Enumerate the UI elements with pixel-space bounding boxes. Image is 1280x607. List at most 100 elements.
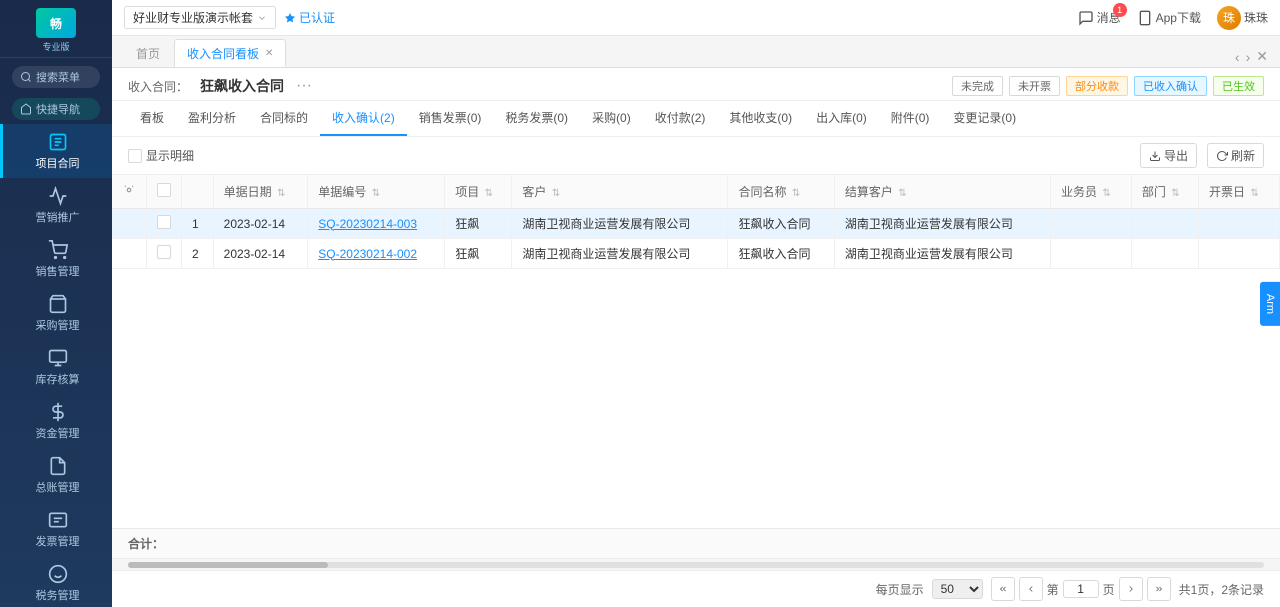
- doc-number-link[interactable]: SQ-20230214-003: [318, 217, 417, 231]
- subtab-revenue-confirm[interactable]: 收入确认(2): [320, 101, 407, 136]
- next-page-icon: [1126, 584, 1136, 594]
- export-btn[interactable]: 导出: [1140, 143, 1197, 168]
- page-prev-btn[interactable]: [1019, 577, 1043, 601]
- sidebar-item-inventory[interactable]: 库存核算: [0, 340, 112, 394]
- row-check[interactable]: [147, 209, 182, 239]
- tab-next-btn[interactable]: ›: [1246, 49, 1251, 65]
- tab-contract-board[interactable]: 收入合同看板 ✕: [174, 39, 286, 67]
- sidebar-item-quicknav[interactable]: 快捷导航: [12, 98, 100, 120]
- col-check-header[interactable]: [147, 175, 182, 209]
- row-number[interactable]: SQ-20230214-003: [308, 209, 445, 239]
- col-date-header[interactable]: 单据日期 ⇅: [213, 175, 308, 209]
- status-revenue-confirmed[interactable]: 已收入确认: [1134, 76, 1207, 96]
- show-detail-checkbox[interactable]: 显示明细: [128, 147, 194, 164]
- row-index: 2: [182, 239, 214, 269]
- col-dept-header[interactable]: 部门 ⇅: [1131, 175, 1198, 209]
- sort-icon-opendate: ⇅: [1250, 188, 1258, 199]
- purchase-icon: [47, 293, 69, 315]
- company-selector[interactable]: 好业财专业版演示帐套: [124, 6, 276, 29]
- sidebar-item-sales[interactable]: 销售管理: [0, 232, 112, 286]
- contract-breadcrumb: 收入合同：: [128, 78, 188, 95]
- download-icon: [1137, 10, 1153, 26]
- page-navigation: 第 页: [991, 577, 1171, 601]
- detail-checkbox[interactable]: [128, 149, 142, 163]
- subtab-storage[interactable]: 出入库(0): [804, 101, 879, 136]
- right-float-btn[interactable]: Arm: [1260, 281, 1280, 325]
- more-options-btn[interactable]: ···: [296, 77, 312, 95]
- status-not-complete[interactable]: 未完成: [952, 76, 1003, 96]
- row-checkbox[interactable]: [157, 215, 171, 229]
- status-partial-receipt[interactable]: 部分收款: [1066, 76, 1128, 96]
- doc-number-link[interactable]: SQ-20230214-002: [318, 247, 417, 261]
- refresh-label: 刷新: [1231, 147, 1255, 164]
- status-not-invoiced[interactable]: 未开票: [1009, 76, 1060, 96]
- row-checkbox[interactable]: [157, 245, 171, 259]
- row-date: 2023-02-14: [213, 209, 308, 239]
- row-settle-customer: 湖南卫视商业运营发展有限公司: [834, 209, 1050, 239]
- col-settle-header[interactable]: 结算客户 ⇅: [834, 175, 1050, 209]
- sidebar-item-tax[interactable]: 税务管理: [0, 556, 112, 607]
- total-label: 合计：: [128, 535, 164, 552]
- user-avatar-btn[interactable]: 珠 珠珠: [1217, 6, 1268, 30]
- col-setting-header[interactable]: [112, 175, 147, 209]
- sidebar-item-marketing[interactable]: 营销推广: [0, 178, 112, 232]
- col-opendate-header[interactable]: 开票日 ⇅: [1199, 175, 1280, 209]
- subtab-profit[interactable]: 盈利分析: [176, 101, 248, 136]
- tab-nav-controls: ‹ › ✕: [1235, 48, 1268, 67]
- col-customer-header[interactable]: 客户 ⇅: [512, 175, 728, 209]
- page-first-btn[interactable]: [991, 577, 1015, 601]
- row-project: 狂飙: [445, 239, 512, 269]
- message-btn[interactable]: 消息 1: [1078, 9, 1121, 26]
- per-page-label: 每页显示: [876, 581, 924, 598]
- col-salesperson-header[interactable]: 业务员 ⇅: [1050, 175, 1131, 209]
- sidebar-item-fund[interactable]: 资金管理: [0, 394, 112, 448]
- tab-close-icon[interactable]: ✕: [265, 48, 273, 59]
- header-checkbox[interactable]: [157, 183, 171, 197]
- row-number[interactable]: SQ-20230214-002: [308, 239, 445, 269]
- col-contract-header[interactable]: 合同名称 ⇅: [728, 175, 834, 209]
- marketing-icon: [47, 185, 69, 207]
- table-row[interactable]: 1 2023-02-14 SQ-20230214-003 狂飙 湖南卫视商业运营…: [112, 209, 1280, 239]
- page-next-btn[interactable]: [1119, 577, 1143, 601]
- sidebar-item-search[interactable]: 搜索菜单: [12, 66, 100, 88]
- scroll-thumb[interactable]: [128, 562, 328, 568]
- per-page-select[interactable]: 50 20 100: [932, 579, 983, 599]
- page-last-btn[interactable]: [1147, 577, 1171, 601]
- row-setting[interactable]: [112, 209, 147, 239]
- subtab-board[interactable]: 看板: [128, 101, 176, 136]
- sort-icon-date: ⇅: [277, 188, 285, 199]
- tab-prev-btn[interactable]: ‹: [1235, 49, 1240, 65]
- sidebar-item-purchase[interactable]: 采购管理: [0, 286, 112, 340]
- tab-close-all-btn[interactable]: ✕: [1256, 48, 1268, 65]
- prev-page-icon: [1026, 584, 1036, 594]
- subtab-tax-invoice[interactable]: 税务发票(0): [493, 101, 580, 136]
- verified-icon: [284, 12, 296, 24]
- sidebar-item-ledger[interactable]: 总账管理: [0, 448, 112, 502]
- search-icon: [20, 71, 32, 83]
- tabbar: 首页 收入合同看板 ✕ ‹ › ✕: [112, 36, 1280, 68]
- subtab-change-log[interactable]: 变更记录(0): [941, 101, 1028, 136]
- sidebar-item-invoice[interactable]: 发票管理: [0, 502, 112, 556]
- col-number-header[interactable]: 单据编号 ⇅: [308, 175, 445, 209]
- sidebar-item-contract[interactable]: 项目合同: [0, 124, 112, 178]
- scroll-track[interactable]: [128, 562, 1264, 568]
- table-row[interactable]: 2 2023-02-14 SQ-20230214-002 狂飙 湖南卫视商业运营…: [112, 239, 1280, 269]
- subtab-purchase[interactable]: 采购(0): [580, 101, 643, 136]
- page-input[interactable]: [1063, 580, 1099, 598]
- horizontal-scrollbar[interactable]: [112, 558, 1280, 570]
- refresh-btn[interactable]: 刷新: [1207, 143, 1264, 168]
- tab-home[interactable]: 首页: [124, 39, 172, 67]
- subtab-attachment[interactable]: 附件(0): [879, 101, 942, 136]
- subtab-contract-subject[interactable]: 合同标的: [248, 101, 320, 136]
- subtab-payment[interactable]: 收付款(2): [643, 101, 718, 136]
- col-project-header[interactable]: 项目 ⇅: [445, 175, 512, 209]
- page-label-after: 页: [1103, 581, 1115, 598]
- row-check[interactable]: [147, 239, 182, 269]
- status-effective[interactable]: 已生效: [1213, 76, 1264, 96]
- subtab-sales-invoice[interactable]: 销售发票(0): [407, 101, 494, 136]
- app-download-btn[interactable]: App下载: [1137, 9, 1201, 26]
- row-setting[interactable]: [112, 239, 147, 269]
- subtab-other-income[interactable]: 其他收支(0): [717, 101, 804, 136]
- sort-icon-project: ⇅: [485, 188, 493, 199]
- logo-abbr: 畅: [50, 15, 62, 32]
